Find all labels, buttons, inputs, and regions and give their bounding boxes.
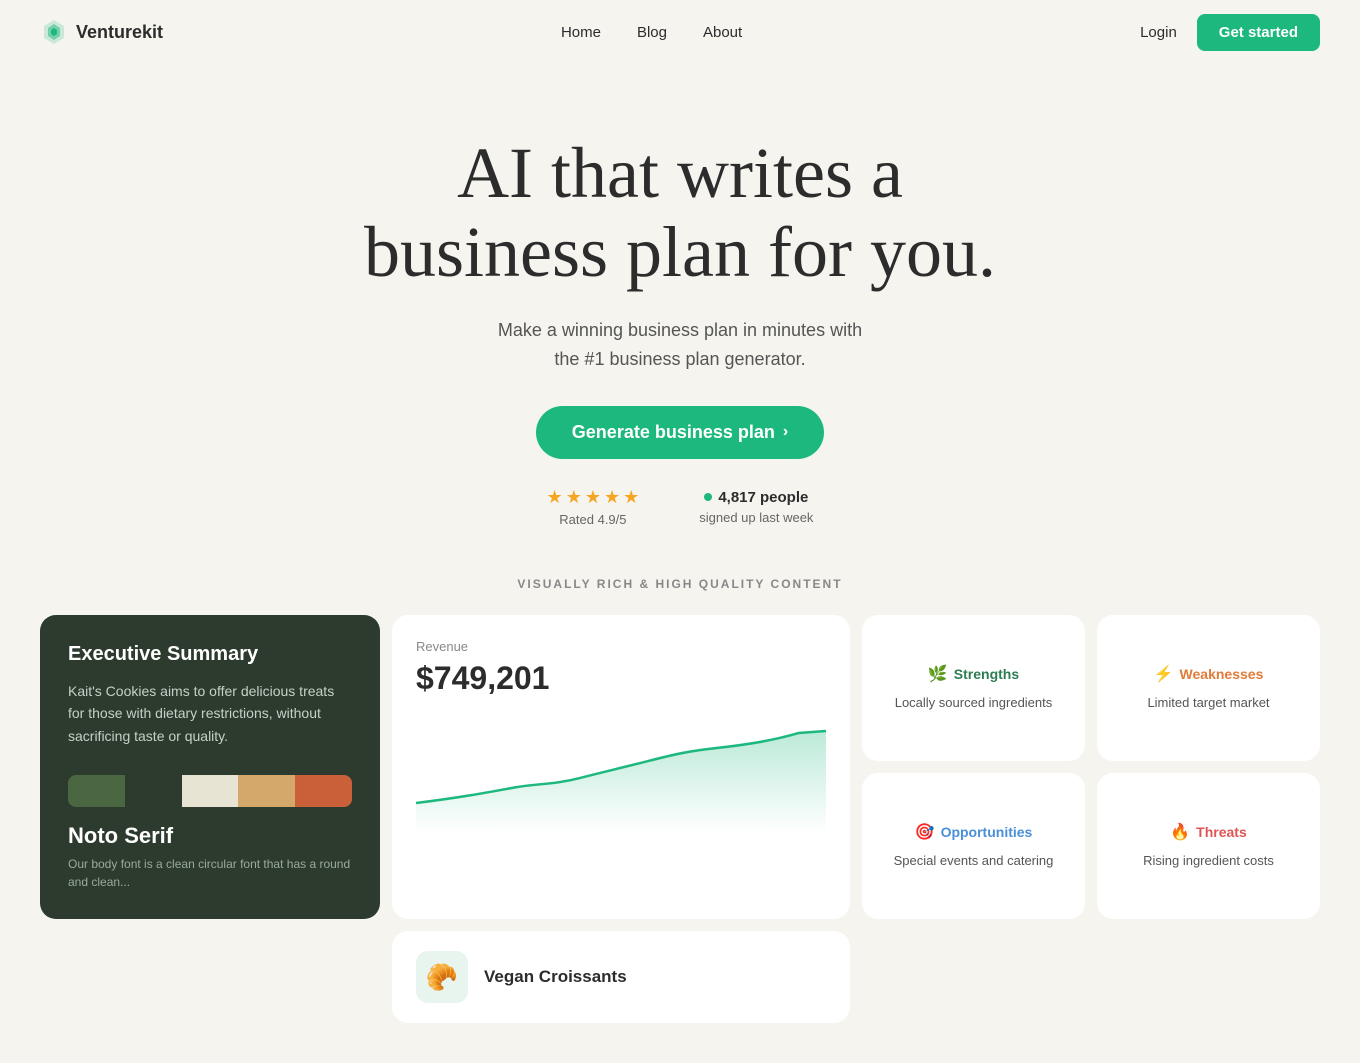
signups-block: 4,817 people signed up last week: [699, 489, 813, 525]
swatch-5: [295, 775, 352, 807]
signups-label: signed up last week: [699, 510, 813, 525]
threats-icon: 🔥: [1170, 822, 1190, 842]
rating-block: ★ ★ ★ ★ ★ Rated 4.9/5: [547, 487, 640, 527]
section-label: VISUALLY RICH & HIGH QUALITY CONTENT: [40, 577, 1320, 591]
rating-text: Rated 4.9/5: [559, 512, 626, 527]
weaknesses-header: ⚡ Weaknesses: [1154, 664, 1264, 684]
revenue-card: Revenue $749,201: [392, 615, 850, 919]
star-3: ★: [585, 487, 601, 508]
hero-title: AI that writes a business plan for you.: [230, 134, 1130, 292]
nav-about[interactable]: About: [703, 24, 742, 41]
strengths-icon: 🌿: [928, 664, 948, 684]
color-palette: [68, 775, 352, 807]
exec-body: Kait's Cookies aims to offer delicious t…: [68, 680, 352, 747]
revenue-chart: [416, 713, 826, 833]
get-started-button[interactable]: Get started: [1197, 14, 1320, 51]
threats-card: 🔥 Threats Rising ingredient costs: [1097, 773, 1320, 919]
exec-summary-card: Executive Summary Kait's Cookies aims to…: [40, 615, 380, 919]
social-proof: ★ ★ ★ ★ ★ Rated 4.9/5 4,817 people signe…: [20, 487, 1340, 527]
login-link[interactable]: Login: [1140, 24, 1177, 41]
logo[interactable]: Venturekit: [40, 18, 163, 46]
nav-home[interactable]: Home: [561, 24, 601, 41]
swatch-2: [125, 775, 182, 807]
product-name: Vegan Croissants: [484, 967, 627, 987]
hero-subtitle-line2: the #1 business plan generator.: [554, 349, 805, 369]
cards-section: VISUALLY RICH & HIGH QUALITY CONTENT Exe…: [0, 577, 1360, 1063]
swatch-1: [68, 775, 125, 807]
hero-title-line2: business plan for you.: [364, 212, 996, 292]
nav-right: Login Get started: [1140, 14, 1320, 51]
exec-title: Executive Summary: [68, 643, 352, 666]
main-cards-grid: Executive Summary Kait's Cookies aims to…: [40, 615, 1320, 919]
product-card: 🥐 Vegan Croissants: [392, 931, 850, 1023]
navbar: Venturekit Home Blog About Login Get sta…: [0, 0, 1360, 64]
threats-header: 🔥 Threats: [1170, 822, 1247, 842]
logo-text: Venturekit: [76, 22, 163, 43]
strengths-header: 🌿 Strengths: [928, 664, 1019, 684]
arrow-icon: ›: [783, 423, 788, 441]
strengths-card: 🌿 Strengths Locally sourced ingredients: [862, 615, 1085, 761]
bottom-row: 🥐 Vegan Croissants: [40, 931, 1320, 1023]
nav-blog[interactable]: Blog: [637, 24, 667, 41]
font-desc: Our body font is a clean circular font t…: [68, 855, 352, 891]
star-2: ★: [566, 487, 582, 508]
font-name: Noto Serif: [68, 823, 352, 849]
strengths-text: Locally sourced ingredients: [895, 694, 1053, 712]
revenue-amount: $749,201: [416, 660, 826, 697]
strengths-title: Strengths: [954, 666, 1019, 682]
swot-grid: 🌿 Strengths Locally sourced ingredients …: [862, 615, 1320, 919]
weaknesses-text: Limited target market: [1147, 694, 1269, 712]
generate-plan-button[interactable]: Generate business plan ›: [536, 406, 824, 459]
star-1: ★: [547, 487, 563, 508]
star-4: ★: [604, 487, 620, 508]
nav-links: Home Blog About: [561, 24, 742, 41]
star-5: ★: [623, 487, 639, 508]
opportunities-header: 🎯 Opportunities: [915, 822, 1033, 842]
signups-count-row: 4,817 people: [704, 489, 808, 506]
hero-title-line1: AI that writes a: [457, 133, 903, 213]
weaknesses-title: Weaknesses: [1180, 666, 1264, 682]
stars-row: ★ ★ ★ ★ ★: [547, 487, 640, 508]
weaknesses-card: ⚡ Weaknesses Limited target market: [1097, 615, 1320, 761]
signups-count: 4,817 people: [718, 489, 808, 506]
swatch-3: [182, 775, 239, 807]
revenue-label: Revenue: [416, 639, 826, 654]
opportunities-card: 🎯 Opportunities Special events and cater…: [862, 773, 1085, 919]
threats-title: Threats: [1196, 824, 1247, 840]
generate-plan-label: Generate business plan: [572, 422, 775, 443]
opportunities-icon: 🎯: [915, 822, 935, 842]
opportunities-text: Special events and catering: [894, 852, 1054, 870]
logo-icon: [40, 18, 68, 46]
hero-subtitle-line1: Make a winning business plan in minutes …: [498, 320, 862, 340]
opportunities-title: Opportunities: [941, 824, 1033, 840]
hero-section: AI that writes a business plan for you. …: [0, 64, 1360, 577]
online-dot: [704, 493, 712, 501]
threats-text: Rising ingredient costs: [1143, 852, 1274, 870]
product-icon: 🥐: [416, 951, 468, 1003]
hero-subtitle: Make a winning business plan in minutes …: [20, 316, 1340, 374]
swatch-4: [238, 775, 295, 807]
weaknesses-icon: ⚡: [1154, 664, 1174, 684]
